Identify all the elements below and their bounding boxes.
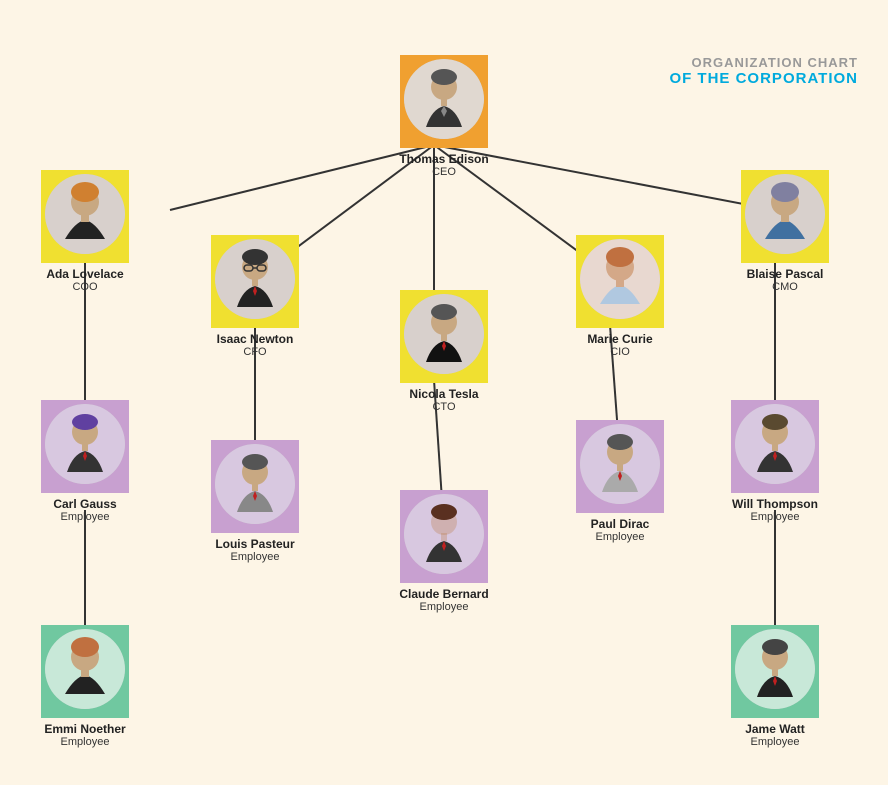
node-newton: Isaac Newton CFO <box>200 235 310 360</box>
node-tesla: Nicola Tesla CTO <box>389 290 499 415</box>
node-role-newton: CFO <box>211 346 299 358</box>
node-role-bernard: Employee <box>399 601 488 613</box>
chart-title: ORGANIZATION CHART OF THE CORPORATION <box>669 55 858 87</box>
node-role-thompson: Employee <box>731 511 819 523</box>
node-role-tesla: CTO <box>400 401 488 413</box>
node-pasteur: Louis Pasteur Employee <box>200 440 310 565</box>
node-role-noether: Employee <box>41 736 129 748</box>
node-name-tesla: Nicola Tesla <box>400 387 488 401</box>
node-name-watt: Jame Watt <box>731 722 819 736</box>
node-name-dirac: Paul Dirac <box>576 517 664 531</box>
node-lovelace: Ada Lovelace COO <box>30 170 140 295</box>
node-name-noether: Emmi Noether <box>41 722 129 736</box>
node-name-newton: Isaac Newton <box>211 332 299 346</box>
node-thompson: Will Thompson Employee <box>720 400 830 525</box>
node-dirac: Paul Dirac Employee <box>565 420 675 545</box>
node-name-gauss: Carl Gauss <box>41 497 129 511</box>
node-name-bernard: Claude Bernard <box>399 587 488 601</box>
node-role-gauss: Employee <box>41 511 129 523</box>
node-pascal: Blaise Pascal CMO <box>730 170 840 295</box>
node-role-edison: CEO <box>399 166 488 178</box>
node-name-lovelace: Ada Lovelace <box>41 267 129 281</box>
node-role-curie: CIO <box>576 346 664 358</box>
chart-title-line1: ORGANIZATION CHART <box>669 55 858 70</box>
node-bernard: Claude Bernard Employee <box>389 490 499 615</box>
node-gauss: Carl Gauss Employee <box>30 400 140 525</box>
node-role-pasteur: Employee <box>211 551 299 563</box>
node-name-pascal: Blaise Pascal <box>741 267 829 281</box>
node-role-lovelace: COO <box>41 281 129 293</box>
node-role-pascal: CMO <box>741 281 829 293</box>
node-curie: Marie Curie CIO <box>565 235 675 360</box>
node-name-edison: Thomas Edison <box>399 152 488 166</box>
node-edison: Thomas Edison CEO <box>389 55 499 180</box>
chart-title-line2: OF THE CORPORATION <box>669 70 858 87</box>
node-watt: Jame Watt Employee <box>720 625 830 750</box>
node-name-curie: Marie Curie <box>576 332 664 346</box>
node-name-pasteur: Louis Pasteur <box>211 537 299 551</box>
node-role-watt: Employee <box>731 736 819 748</box>
node-name-thompson: Will Thompson <box>731 497 819 511</box>
node-role-dirac: Employee <box>576 531 664 543</box>
node-noether: Emmi Noether Employee <box>30 625 140 750</box>
